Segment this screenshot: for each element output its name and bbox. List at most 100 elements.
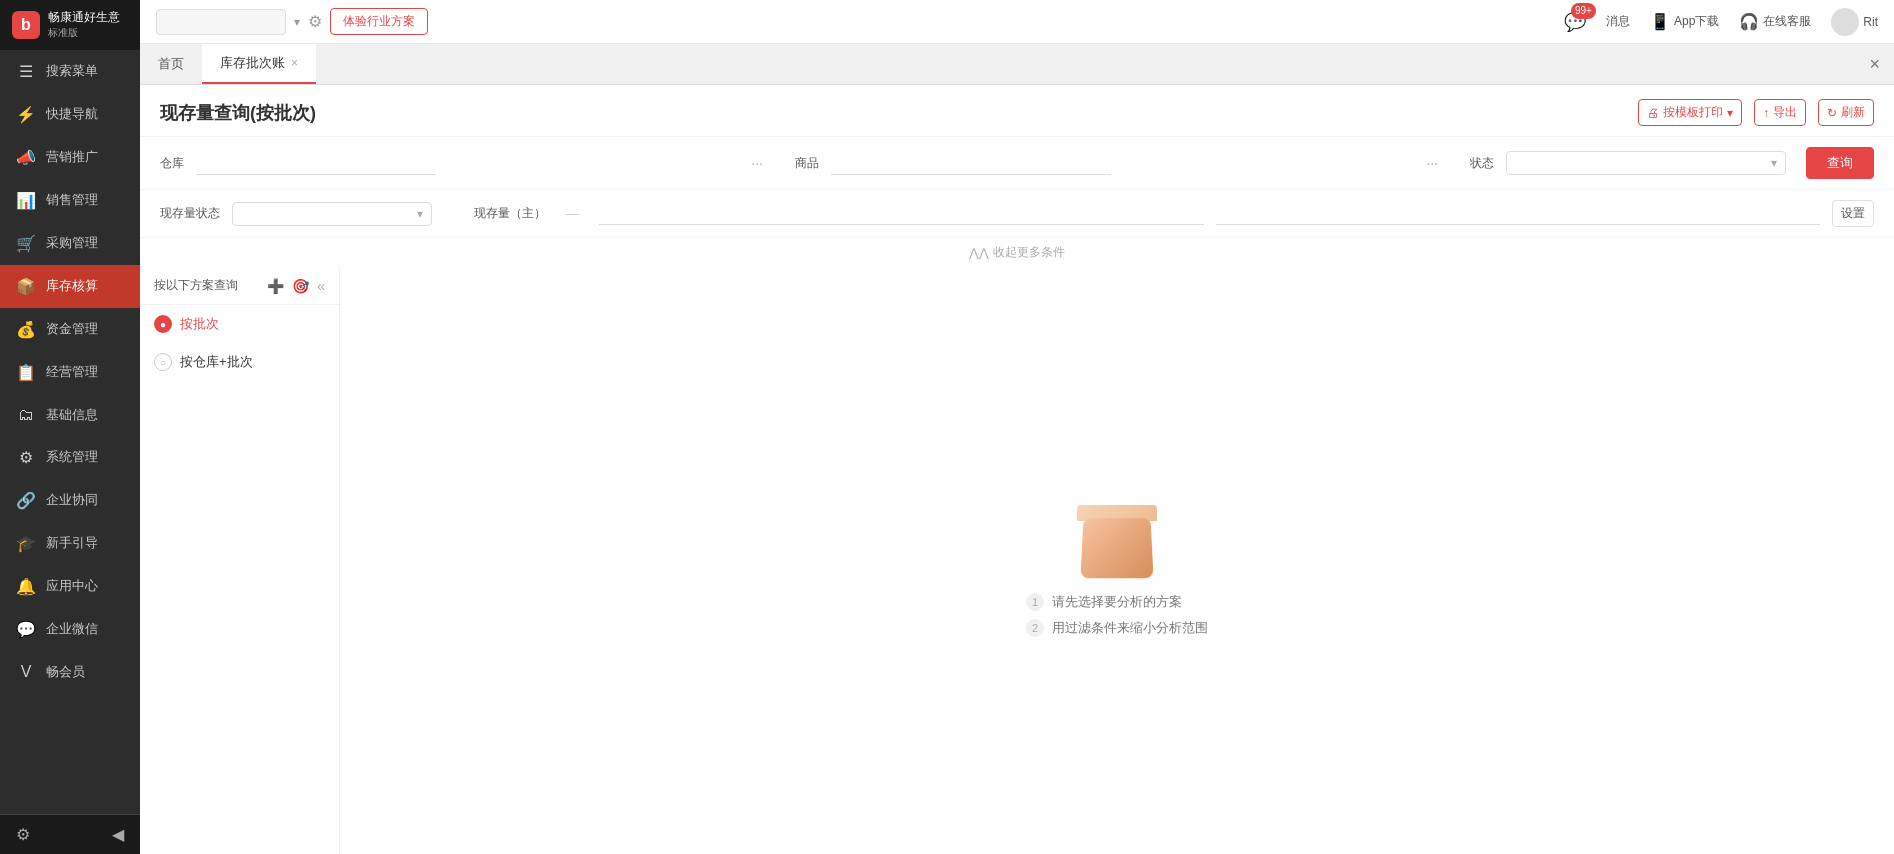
username: Rit (1863, 15, 1878, 29)
tab-home[interactable]: 首页 (140, 45, 202, 83)
goods-more-icon[interactable]: ··· (1426, 155, 1438, 171)
sidebar-icon-13: 💬 (16, 620, 36, 639)
message-btn[interactable]: 💬 99+ (1564, 11, 1586, 33)
body-area: 按以下方案查询 ➕ 🎯 « ● 按批次 ○ 按仓库+批次 (140, 267, 1894, 854)
sidebar-item-8[interactable]: 🗂基础信息 (0, 394, 140, 436)
sidebar: b 畅康通好生意 标准版 ☰ 搜索菜单 ⚡快捷导航📣营销推广📊销售管理🛒采购管理 📦 库… (0, 0, 140, 854)
tab-bar: 首页 库存批次账 × × (140, 44, 1894, 85)
main-area: ▾ ⚙ 体验行业方案 💬 99+ 消息 📱 App下载 🎧 在线客服 Rit (140, 0, 1894, 854)
settings-btn[interactable]: 设置 (1832, 200, 1874, 227)
sidebar-icon-11: 🎓 (16, 534, 36, 553)
sidebar-item-14[interactable]: V畅会员 (0, 651, 140, 693)
avatar (1831, 8, 1859, 36)
tab-stock-batch[interactable]: 库存批次账 × (202, 44, 316, 84)
topbar: ▾ ⚙ 体验行业方案 💬 99+ 消息 📱 App下载 🎧 在线客服 Rit (140, 0, 1894, 44)
app-download-btn[interactable]: 📱 App下载 (1650, 12, 1719, 31)
empty-state: 1 请先选择要分析的方案 2 用过滤条件来缩小分析范围 (1026, 477, 1208, 645)
topbar-right: 💬 99+ 消息 📱 App下载 🎧 在线客服 Rit (1564, 8, 1878, 36)
topbar-gear-icon[interactable]: ⚙ (308, 12, 322, 31)
status-label: 状态 (1470, 155, 1494, 172)
collapse-icon[interactable]: ◀ (112, 825, 124, 844)
sidebar-icon-9: ⚙ (16, 448, 36, 467)
sidebar-label-11: 新手引导 (46, 534, 98, 552)
left-panel: 按以下方案查询 ➕ 🎯 « ● 按批次 ○ 按仓库+批次 (140, 267, 340, 854)
panel-close-icon[interactable]: × (1855, 54, 1894, 75)
search-input[interactable] (156, 9, 286, 35)
sidebar-icon-3: 📊 (16, 191, 36, 210)
box-body (1080, 518, 1153, 578)
warehouse-more-icon[interactable]: ··· (751, 155, 763, 171)
filter-collapse-btn[interactable]: ⋀⋀ 收起更多条件 (140, 238, 1894, 267)
message-label: 消息 (1606, 13, 1630, 30)
sidebar-item-5[interactable]: 📦 库存核算 (0, 265, 140, 308)
sidebar-label-5: 库存核算 (46, 277, 98, 295)
sidebar-item-1[interactable]: ⚡快捷导航 (0, 93, 140, 136)
sidebar-label-0: 搜索菜单 (46, 62, 98, 80)
plan-settings-icon[interactable]: 🎯 (292, 278, 309, 294)
sidebar-item-11[interactable]: 🎓 新手引导 (0, 522, 140, 565)
sidebar-label-7: 经营管理 (46, 363, 98, 381)
stock-qty-to[interactable] (1216, 202, 1821, 225)
page-title: 现存量查询(按批次) (160, 101, 316, 125)
app-info: 畅康通好生意 标准版 (48, 10, 120, 40)
sidebar-item-2[interactable]: 📣营销推广 (0, 136, 140, 179)
step-2-num: 2 (1026, 619, 1044, 637)
settings-icon[interactable]: ⚙ (16, 825, 30, 844)
sidebar-icon-2: 📣 (16, 148, 36, 167)
tab-close-icon[interactable]: × (291, 56, 298, 70)
print-btn[interactable]: 🖨 按模板打印 ▾ (1638, 99, 1742, 126)
sidebar-icon-0: ☰ (16, 62, 36, 81)
sidebar-label-12: 应用中心 (46, 577, 98, 595)
sidebar-nav: ☰ 搜索菜单 ⚡快捷导航📣营销推广📊销售管理🛒采购管理 📦 库存核算 💰资金管理📋经营管理… (0, 50, 140, 814)
plan-item-warehouse-batch[interactable]: ○ 按仓库+批次 (140, 343, 339, 381)
sidebar-item-6[interactable]: 💰资金管理 (0, 308, 140, 351)
right-panel: 1 请先选择要分析的方案 2 用过滤条件来缩小分析范围 (340, 267, 1894, 854)
sidebar-item-4[interactable]: 🛒采购管理 (0, 222, 140, 265)
filter-row-2: 现存量状态 ▾ 现存量（主） — 设置 (140, 190, 1894, 238)
stock-status-select[interactable]: ▾ (232, 202, 432, 226)
app-logo: b (12, 11, 40, 39)
topbar-chevron-icon[interactable]: ▾ (294, 15, 300, 29)
stock-qty-label: 现存量（主） (474, 205, 546, 222)
plan-item-warehouse-batch-label: 按仓库+批次 (180, 353, 253, 371)
sidebar-item-0[interactable]: ☰ 搜索菜单 (0, 50, 140, 93)
stock-qty-dash: — (566, 206, 579, 221)
message-badge: 99+ (1571, 3, 1596, 19)
add-plan-icon[interactable]: ➕ (267, 278, 284, 294)
empty-step-1: 1 请先选择要分析的方案 (1026, 593, 1208, 611)
plan-item-batch[interactable]: ● 按批次 (140, 305, 339, 343)
sidebar-item-9[interactable]: ⚙ 系统管理 (0, 436, 140, 479)
collapse-left-icon[interactable]: « (317, 278, 325, 294)
filter-area: 仓库 ··· 商品 ··· 状态 ▾ 查询 现存量状态 ▾ (140, 137, 1894, 267)
goods-input[interactable] (831, 152, 1111, 175)
sidebar-item-3[interactable]: 📊销售管理 (0, 179, 140, 222)
sidebar-label-4: 采购管理 (46, 234, 98, 252)
page-actions: 🖨 按模板打印 ▾ ↑ 导出 ↻ 刷新 (1638, 99, 1874, 126)
query-btn[interactable]: 查询 (1806, 147, 1874, 179)
sidebar-item-7[interactable]: 📋经营管理 (0, 351, 140, 394)
sidebar-item-13[interactable]: 💬企业微信 (0, 608, 140, 651)
sidebar-icon-12: 🔔 (16, 577, 36, 596)
stock-qty-from[interactable] (599, 202, 1204, 225)
headset-icon: 🎧 (1739, 12, 1759, 31)
online-service-btn[interactable]: 🎧 在线客服 (1739, 12, 1811, 31)
phone-icon: 📱 (1650, 12, 1670, 31)
sidebar-label-9: 系统管理 (46, 448, 98, 466)
sidebar-footer: ⚙ ◀ (0, 814, 140, 854)
status-select[interactable]: ▾ (1506, 151, 1786, 175)
experience-btn[interactable]: 体验行业方案 (330, 8, 428, 35)
left-panel-icons: ➕ 🎯 « (267, 278, 325, 294)
content-area: 现存量查询(按批次) 🖨 按模板打印 ▾ ↑ 导出 ↻ 刷新 (140, 85, 1894, 854)
status-chevron-icon: ▾ (1771, 156, 1777, 170)
sidebar-icon-5: 📦 (16, 277, 36, 296)
user-avatar[interactable]: Rit (1831, 8, 1878, 36)
export-btn[interactable]: ↑ 导出 (1754, 99, 1806, 126)
sidebar-item-10[interactable]: 🔗企业协同 (0, 479, 140, 522)
stock-status-chevron-icon: ▾ (417, 207, 423, 221)
sidebar-item-12[interactable]: 🔔 应用中心 (0, 565, 140, 608)
sidebar-label-6: 资金管理 (46, 320, 98, 338)
page-header: 现存量查询(按批次) 🖨 按模板打印 ▾ ↑ 导出 ↻ 刷新 (140, 85, 1894, 137)
refresh-btn[interactable]: ↻ 刷新 (1818, 99, 1874, 126)
warehouse-input[interactable] (196, 152, 436, 175)
empty-steps: 1 请先选择要分析的方案 2 用过滤条件来缩小分析范围 (1026, 593, 1208, 645)
